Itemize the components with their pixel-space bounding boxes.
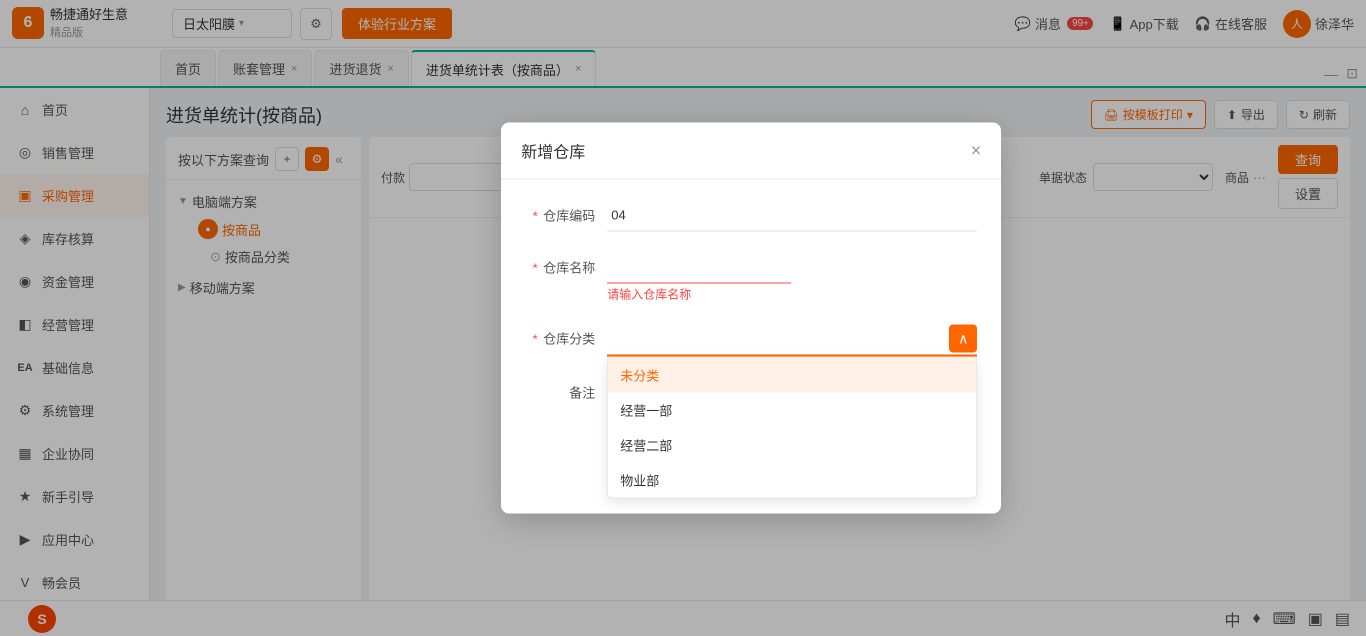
category-label: * 仓库分类 [525, 323, 595, 348]
category-arrow-icon[interactable]: ∧ [949, 325, 977, 353]
category-input[interactable] [607, 323, 949, 355]
name-field-row: * 仓库名称 请输入仓库名称 [525, 252, 977, 303]
dropdown-item-uncategorized[interactable]: 未分类 [608, 358, 976, 393]
category-field-row: * 仓库分类 ∧ 未分类 经营一部 经营二部 物业部 [525, 323, 977, 357]
modal-header: 新增仓库 × [501, 123, 1001, 180]
code-field-row: * 仓库编码 [525, 200, 977, 232]
category-dropdown-list: 未分类 经营一部 经营二部 物业部 [607, 357, 977, 499]
dropdown-item-property[interactable]: 物业部 [608, 463, 976, 498]
name-label: * 仓库名称 [525, 252, 595, 277]
dropdown-item-dept1[interactable]: 经营一部 [608, 393, 976, 428]
modal-close-button[interactable]: × [971, 140, 982, 161]
dropdown-item-dept2[interactable]: 经营二部 [608, 428, 976, 463]
new-warehouse-modal: 新增仓库 × * 仓库编码 * 仓库名称 请输入仓库名称 [501, 123, 1001, 514]
code-input[interactable] [607, 200, 977, 232]
name-error-msg: 请输入仓库名称 [607, 286, 977, 303]
category-dropdown: ∧ 未分类 经营一部 经营二部 物业部 [607, 323, 977, 357]
modal-body: * 仓库编码 * 仓库名称 请输入仓库名称 * 仓库分类 [501, 180, 1001, 449]
modal-title: 新增仓库 [521, 139, 585, 163]
name-input[interactable] [607, 252, 791, 284]
code-label: * 仓库编码 [525, 200, 595, 225]
remark-label: 备注 [525, 377, 595, 402]
